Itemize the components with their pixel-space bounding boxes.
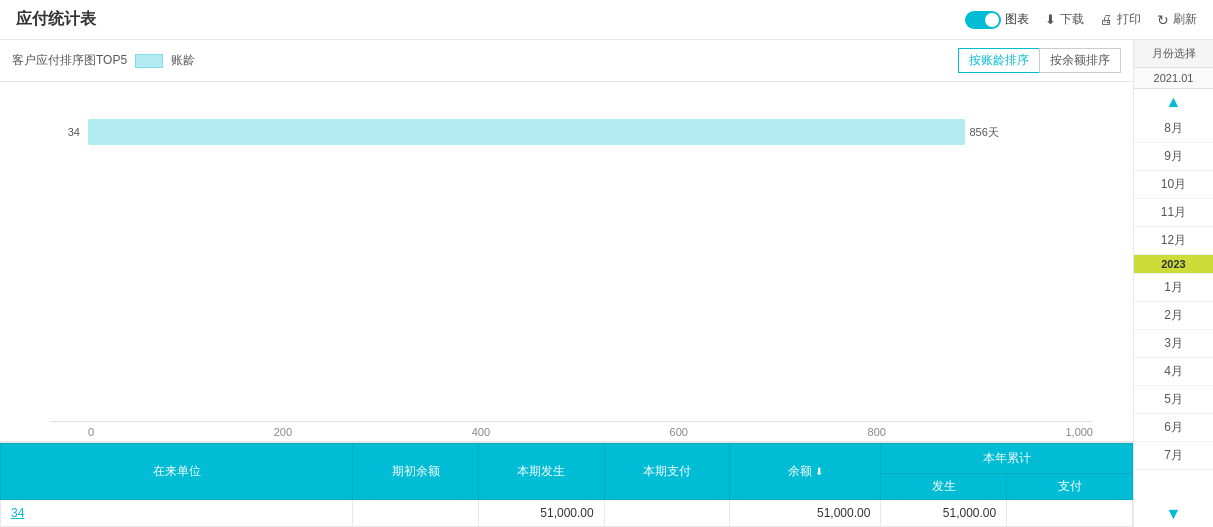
bar-fill-0	[88, 119, 965, 145]
cell-ytd-pay	[1007, 500, 1133, 527]
sidebar-months-list: 8月 9月 10月 11月 12月 2023 1月 2月 3月 4月 5月 6月…	[1134, 115, 1213, 501]
sidebar-scroll-down-button[interactable]: ▼	[1134, 501, 1213, 527]
month-item-6[interactable]: 6月	[1134, 414, 1213, 442]
refresh-button[interactable]: 刷新	[1157, 11, 1197, 28]
x-axis-3: 600	[670, 426, 688, 438]
sort-by-balance-button[interactable]: 按余额排序	[1039, 48, 1121, 73]
year-marker-2023[interactable]: 2023	[1134, 255, 1213, 274]
sidebar-year-value: 2021.01	[1134, 68, 1213, 89]
print-icon	[1100, 12, 1113, 27]
print-button[interactable]: 打印	[1100, 11, 1141, 28]
app-header: 应付统计表 图表 下载 打印 刷新	[0, 0, 1213, 40]
bar-row-0: 34 856天	[50, 112, 1113, 152]
month-item-8[interactable]: 8月	[1134, 115, 1213, 143]
cell-current-pay	[604, 500, 730, 527]
x-axis-4: 800	[868, 426, 886, 438]
cell-unit[interactable]: 34	[1, 500, 353, 527]
chart-area: 34 856天 0 200 400 600 800	[0, 82, 1133, 441]
table-row: 34 51,000.00 51,000.00 51,000.00	[1, 500, 1133, 527]
bar-label-0: 34	[50, 126, 80, 138]
month-item-9[interactable]: 9月	[1134, 143, 1213, 171]
month-item-5[interactable]: 5月	[1134, 386, 1213, 414]
bar-track-0: 856天	[88, 119, 1113, 145]
chart-toggle-label: 图表	[1005, 11, 1029, 28]
month-item-1[interactable]: 1月	[1134, 274, 1213, 302]
main-content: 客户应付排序图TOP5 账龄 按账龄排序 按余额排序 34	[0, 40, 1213, 527]
th-ytd-pay: 支付	[1007, 474, 1133, 500]
th-ytd: 本年累计	[881, 444, 1133, 474]
bar-chart: 34 856天 0 200 400 600 800	[50, 112, 1113, 431]
page-title: 应付统计表	[16, 9, 96, 30]
th-balance: 余额 ⬇	[730, 444, 881, 500]
table-body: 34 51,000.00 51,000.00 51,000.00	[1, 500, 1133, 527]
x-axis-2: 400	[472, 426, 490, 438]
cell-ytd-occur: 51,000.00	[881, 500, 1007, 527]
month-item-12[interactable]: 12月	[1134, 227, 1213, 255]
sidebar-scroll-up-button[interactable]: ▲	[1134, 89, 1213, 115]
legend-color-box	[135, 54, 163, 68]
chart-legend: 客户应付排序图TOP5 账龄	[12, 52, 195, 69]
cell-opening	[353, 500, 479, 527]
chart-section: 客户应付排序图TOP5 账龄 按账龄排序 按余额排序 34	[0, 40, 1133, 527]
download-button[interactable]: 下载	[1045, 11, 1084, 28]
sidebar-header: 月份选择	[1134, 40, 1213, 68]
right-sidebar: 月份选择 2021.01 ▲ 8月 9月 10月 11月 12月 2023 1月…	[1133, 40, 1213, 527]
th-current-pay: 本期支付	[604, 444, 730, 500]
header-actions: 图表 下载 打印 刷新	[965, 11, 1197, 29]
x-axis-1: 200	[274, 426, 292, 438]
download-icon	[1045, 12, 1056, 27]
month-item-10[interactable]: 10月	[1134, 171, 1213, 199]
th-current-occur: 本期发生	[478, 444, 604, 500]
x-axis-0: 0	[88, 426, 94, 438]
table-section: 在来单位 期初余额 本期发生 本期支付 余额 ⬇ 本年累计 发生 支付	[0, 441, 1133, 527]
sort-buttons: 按账龄排序 按余额排序	[958, 48, 1121, 73]
cell-balance: 51,000.00	[730, 500, 881, 527]
chart-toggle-wrap: 图表	[965, 11, 1029, 29]
th-opening: 期初余额	[353, 444, 479, 500]
month-item-4[interactable]: 4月	[1134, 358, 1213, 386]
month-item-3[interactable]: 3月	[1134, 330, 1213, 358]
bar-end-label-0: 856天	[969, 125, 998, 140]
chart-toggle[interactable]	[965, 11, 1001, 29]
sort-by-age-button[interactable]: 按账龄排序	[958, 48, 1039, 73]
data-table: 在来单位 期初余额 本期发生 本期支付 余额 ⬇ 本年累计 发生 支付	[0, 443, 1133, 527]
refresh-icon	[1157, 12, 1169, 28]
legend-title: 客户应付排序图TOP5	[12, 52, 127, 69]
chart-topbar: 客户应付排序图TOP5 账龄 按账龄排序 按余额排序	[0, 40, 1133, 82]
table-header-row1: 在来单位 期初余额 本期发生 本期支付 余额 ⬇ 本年累计	[1, 444, 1133, 474]
month-item-2[interactable]: 2月	[1134, 302, 1213, 330]
month-item-7[interactable]: 7月	[1134, 442, 1213, 470]
x-axis-5: 1,000	[1065, 426, 1093, 438]
legend-box-label: 账龄	[171, 52, 195, 69]
th-ytd-occur: 发生	[881, 474, 1007, 500]
cell-current-occur: 51,000.00	[478, 500, 604, 527]
x-axis: 0 200 400 600 800 1,000	[50, 421, 1093, 438]
th-unit: 在来单位	[1, 444, 353, 500]
month-item-11[interactable]: 11月	[1134, 199, 1213, 227]
